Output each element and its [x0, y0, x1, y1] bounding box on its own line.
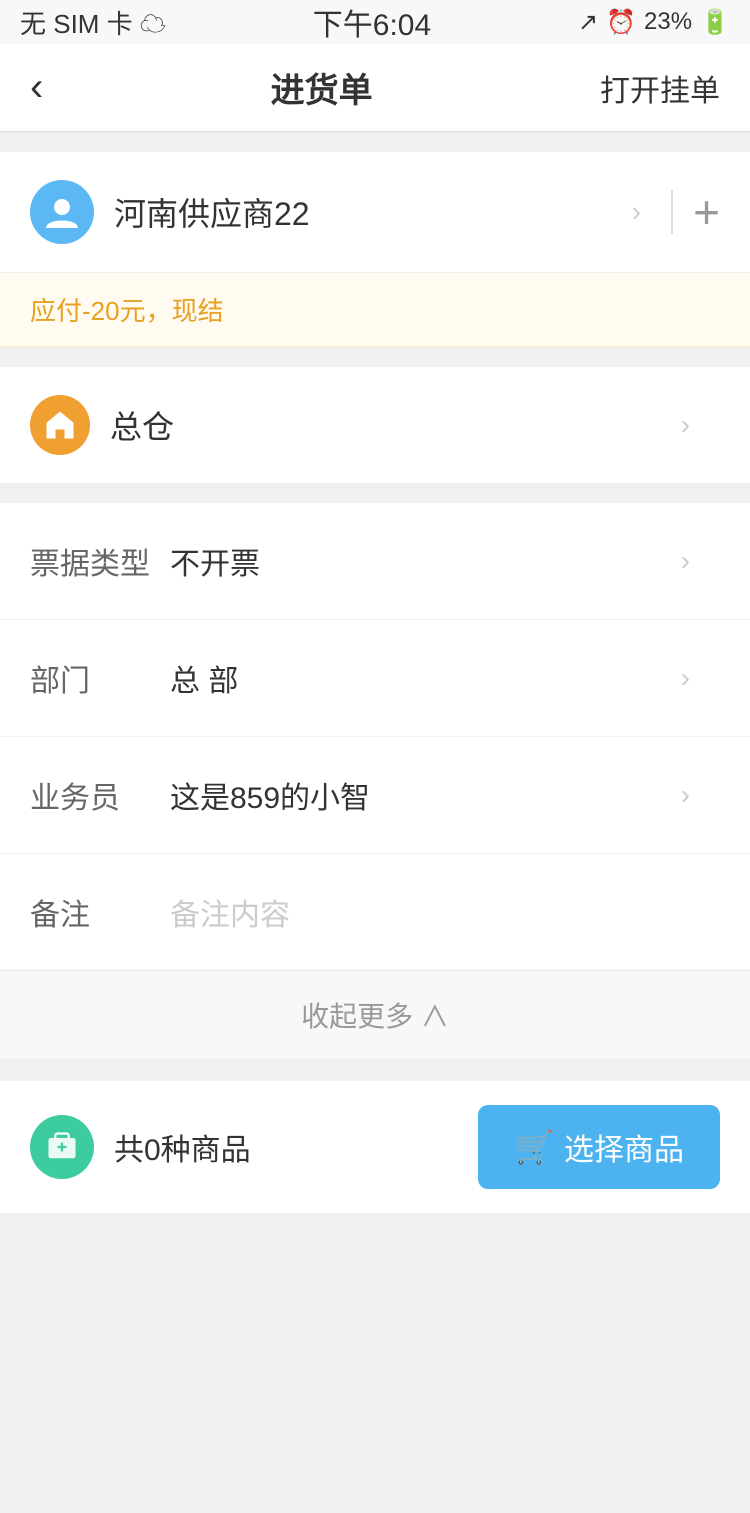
- invoice-type-label: 票据类型: [30, 539, 160, 583]
- warehouse-chevron-icon: ›: [681, 409, 690, 441]
- supplier-divider: [671, 190, 673, 234]
- warehouse-name: 总仓: [110, 402, 681, 448]
- invoice-type-chevron-icon: ›: [681, 545, 690, 577]
- status-time: 下午6:04: [313, 0, 431, 44]
- department-label: 部门: [30, 656, 160, 700]
- nav-bar: ‹ 进货单 打开挂单: [0, 44, 750, 132]
- salesperson-chevron-icon: ›: [681, 779, 690, 811]
- section-gap-2: [0, 347, 750, 367]
- invoice-type-value: 不开票: [160, 539, 681, 583]
- back-button[interactable]: ‹: [30, 65, 43, 110]
- status-bar: 无 SIM 卡 ☁ 下午6:04 ↗ ⏰ 23% 🔋: [0, 0, 750, 44]
- status-left: 无 SIM 卡 ☁: [20, 4, 166, 41]
- collapse-bar[interactable]: 收起更多 ∧: [0, 970, 750, 1059]
- network-status: 无 SIM 卡 ☁: [20, 4, 166, 41]
- select-product-label: 选择商品: [564, 1125, 684, 1169]
- warehouse-row[interactable]: 总仓 ›: [0, 367, 750, 483]
- warehouse-icon: [30, 395, 90, 455]
- home-icon: [42, 407, 78, 443]
- department-row[interactable]: 部门 总 部 ›: [0, 619, 750, 736]
- alarm-icon: ⏰: [606, 8, 636, 37]
- supplier-section: 河南供应商22 › + 应付-20元，现结: [0, 152, 750, 347]
- department-value: 总 部: [160, 656, 681, 700]
- status-right: ↗ ⏰ 23% 🔋: [578, 8, 730, 37]
- warehouse-section[interactable]: 总仓 ›: [0, 367, 750, 483]
- supplier-row[interactable]: 河南供应商22 › +: [0, 152, 750, 273]
- add-supplier-button[interactable]: +: [693, 189, 720, 235]
- bottom-bar: 共0种商品 🛒 选择商品: [0, 1081, 750, 1213]
- select-product-button[interactable]: 🛒 选择商品: [478, 1105, 720, 1189]
- section-gap-4: [0, 1059, 750, 1079]
- department-chevron-icon: ›: [681, 662, 690, 694]
- salesperson-label: 业务员: [30, 773, 160, 817]
- page-title: 进货单: [271, 63, 373, 112]
- battery-level: 23%: [644, 8, 692, 36]
- product-icon-wrap: [30, 1115, 94, 1179]
- product-icon: [44, 1129, 80, 1165]
- section-gap-1: [0, 132, 750, 152]
- remark-row[interactable]: 备注 备注内容: [0, 853, 750, 970]
- supplier-name: 河南供应商22: [114, 189, 632, 235]
- remark-input[interactable]: 备注内容: [160, 890, 720, 934]
- page-rest: [0, 1213, 750, 1513]
- battery-icon: 🔋: [700, 8, 730, 37]
- section-gap-3: [0, 483, 750, 503]
- supplier-notice: 应付-20元，现结: [0, 273, 750, 347]
- supplier-chevron-icon: ›: [632, 196, 641, 228]
- invoice-type-row[interactable]: 票据类型 不开票 ›: [0, 503, 750, 619]
- supplier-avatar: [30, 180, 94, 244]
- remark-label: 备注: [30, 890, 160, 934]
- salesperson-row[interactable]: 业务员 这是859的小智 ›: [0, 736, 750, 853]
- product-count: 共0种商品: [114, 1125, 478, 1169]
- open-pending-button[interactable]: 打开挂单: [600, 66, 720, 110]
- salesperson-value: 这是859的小智: [160, 773, 681, 817]
- form-section: 票据类型 不开票 › 部门 总 部 › 业务员 这是859的小智 › 备注 备注…: [0, 503, 750, 1059]
- select-product-icon: 🛒: [514, 1128, 554, 1166]
- location-icon: ↗: [578, 8, 598, 37]
- user-icon: [42, 192, 82, 232]
